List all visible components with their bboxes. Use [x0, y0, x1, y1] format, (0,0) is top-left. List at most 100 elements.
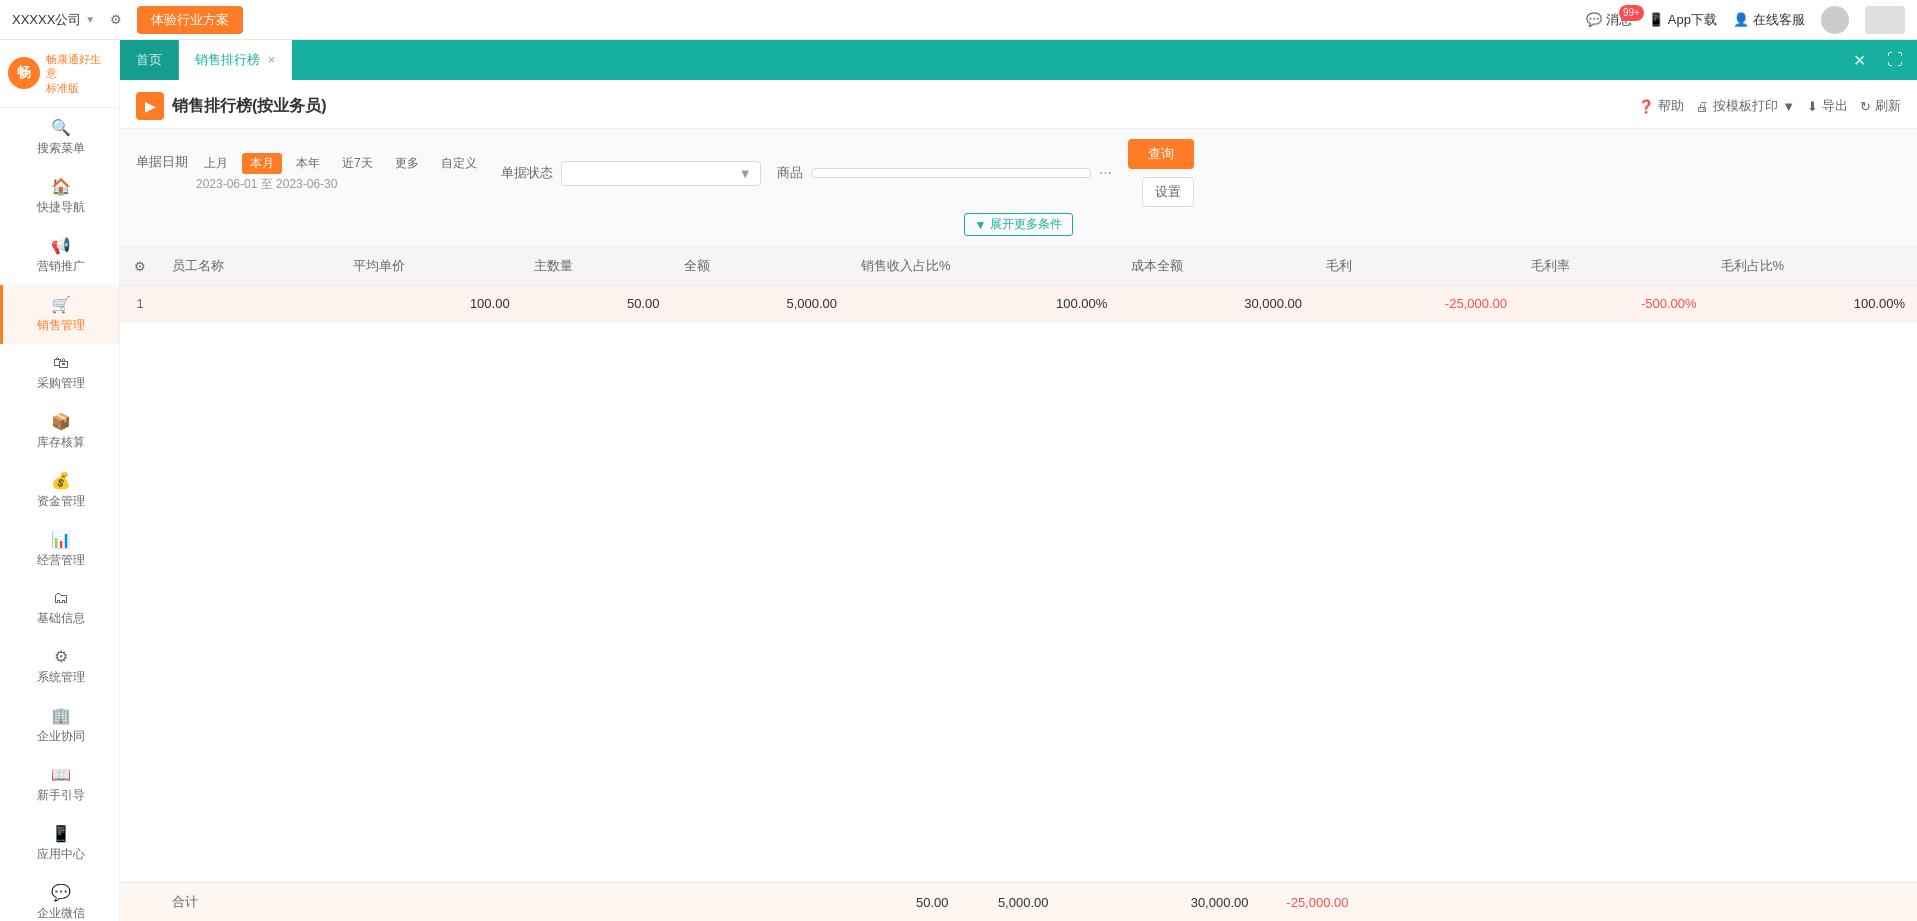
- sidebar: 畅 畅康通好生意 标准版 🔍 搜索菜单 🏠 快捷导航 📢 营销推广 🛒 销售管理…: [0, 40, 120, 921]
- tab-sales-ranking[interactable]: 销售排行榜 ×: [179, 40, 292, 80]
- sidebar-label-search: 搜索菜单: [37, 140, 85, 157]
- sidebar-item-enterprise[interactable]: 🏢 企业协同: [0, 696, 119, 755]
- search-icon: 🔍: [51, 118, 71, 137]
- refresh-label: 刷新: [1875, 97, 1901, 115]
- date-opt-custom[interactable]: 自定义: [433, 153, 485, 174]
- tab-maximize-button[interactable]: ⛶: [1881, 46, 1909, 74]
- content-area: 首页 销售排行榜 × ✕ ⛶ ▶ 销售排行榜(按业务员): [120, 40, 1917, 921]
- app-name: 畅康通好生意: [46, 52, 111, 81]
- top-bar: XXXXX公司 ▼ ⚙ 体验行业方案 💬 消息 99+ 📱 App下载 👤 在线…: [0, 0, 1917, 40]
- sidebar-label-finance: 资金管理: [37, 493, 85, 510]
- tab-close-icon[interactable]: ×: [268, 53, 275, 67]
- service-label: 在线客服: [1753, 11, 1805, 29]
- operations-icon: 📊: [51, 530, 71, 549]
- col-main-qty: 主数量: [522, 247, 672, 286]
- col-gross-pct: 毛利占比%: [1709, 247, 1917, 286]
- user-name-area[interactable]: [1865, 6, 1905, 34]
- company-settings-icon[interactable]: ⚙: [103, 7, 129, 33]
- status-chevron-icon: ▼: [739, 166, 752, 181]
- main-container: 畅 畅康通好生意 标准版 🔍 搜索菜单 🏠 快捷导航 📢 营销推广 🛒 销售管理…: [0, 40, 1917, 921]
- filter-row-main: 单据日期 上月 本月 本年 近7天 更多 自定义 2023-06-01 至 20…: [136, 139, 1901, 207]
- refresh-button[interactable]: ↻ 刷新: [1860, 97, 1901, 115]
- basic-info-icon: 🗂: [53, 589, 69, 607]
- message-button[interactable]: 💬 消息 99+: [1586, 11, 1632, 29]
- tab-minimize-button[interactable]: ✕: [1845, 46, 1873, 74]
- cell-sales-pct: 100.00%: [849, 286, 1119, 322]
- sidebar-item-inventory[interactable]: 📦 库存核算: [0, 402, 119, 461]
- trial-button[interactable]: 体验行业方案: [137, 6, 243, 34]
- footer-main-qty: 50.00: [869, 895, 949, 910]
- col-sales-pct: 销售收入占比%: [849, 247, 1119, 286]
- right-filter-actions: 查询 设置: [1128, 139, 1194, 207]
- sidebar-label-purchase: 采购管理: [37, 375, 85, 392]
- sidebar-item-app-center[interactable]: 📱 应用中心: [0, 814, 119, 873]
- more-filters-dots[interactable]: ···: [1099, 164, 1112, 182]
- top-bar-left: XXXXX公司 ▼ ⚙ 体验行业方案: [12, 6, 1586, 34]
- status-filter-group: 单据状态 ▼: [501, 161, 761, 186]
- app-download-button[interactable]: 📱 App下载: [1648, 11, 1717, 29]
- tab-home-label: 首页: [136, 51, 162, 69]
- sidebar-item-operations[interactable]: 📊 经营管理: [0, 520, 119, 579]
- guide-icon: 📖: [51, 765, 71, 784]
- app-center-icon: 📱: [51, 824, 71, 843]
- company-selector[interactable]: XXXXX公司 ▼: [12, 11, 95, 29]
- sales-icon: 🛒: [51, 295, 71, 314]
- page-content: ▶ 销售排行榜(按业务员) ❓ 帮助 🖨 按模板打印 ▼ ⬇: [120, 80, 1917, 921]
- sidebar-item-sales[interactable]: 🛒 销售管理: [0, 285, 119, 344]
- footer-row: 合计 50.00 5,000.00 30,000.00 -25,000.00: [132, 893, 1905, 911]
- page-header: ▶ 销售排行榜(按业务员) ❓ 帮助 🖨 按模板打印 ▼ ⬇: [120, 80, 1917, 129]
- cell-gross: -25,000.00: [1314, 286, 1519, 322]
- cell-cost-total: 30,000.00: [1119, 286, 1314, 322]
- online-service-button[interactable]: 👤 在线客服: [1733, 11, 1805, 29]
- query-button[interactable]: 查询: [1128, 139, 1194, 169]
- table-row[interactable]: 1 100.00 50.00 5,000.00 100.00% 30,000.0…: [120, 286, 1917, 322]
- sidebar-item-finance[interactable]: 💰 资金管理: [0, 461, 119, 520]
- sidebar-item-wechat[interactable]: 💬 企业微信: [0, 873, 119, 921]
- sidebar-item-marketing[interactable]: 📢 营销推广: [0, 226, 119, 285]
- print-button[interactable]: 🖨 按模板打印 ▼: [1696, 97, 1795, 115]
- export-button[interactable]: ⬇ 导出: [1807, 97, 1848, 115]
- sidebar-item-guide[interactable]: 📖 新手引导: [0, 755, 119, 814]
- date-opt-this-year[interactable]: 本年: [288, 153, 328, 174]
- expand-label: 展开更多条件: [990, 216, 1062, 233]
- back-button[interactable]: ▶: [136, 92, 164, 120]
- sidebar-item-purchase[interactable]: 🛍 采购管理: [0, 344, 119, 402]
- goods-select[interactable]: [811, 168, 1091, 178]
- date-opt-more[interactable]: 更多: [387, 153, 427, 174]
- table-container: ⚙ 员工名称 平均单价 主数量 全额 销售收入占比% 成本全额 毛利 毛利率 毛…: [120, 247, 1917, 882]
- app-download-label: App下载: [1668, 11, 1717, 29]
- footer-gross: -25,000.00: [1249, 895, 1349, 910]
- print-label: 按模板打印: [1713, 97, 1778, 115]
- cell-gross-rate: -500.00%: [1519, 286, 1709, 322]
- sidebar-label-enterprise: 企业协同: [37, 728, 85, 745]
- purchase-icon: 🛍: [53, 354, 69, 372]
- sidebar-label-system: 系统管理: [37, 669, 85, 686]
- chevron-down-icon: ▼: [85, 14, 95, 25]
- tab-home[interactable]: 首页: [120, 40, 179, 80]
- page-header-left: ▶ 销售排行榜(按业务员): [136, 92, 327, 120]
- data-table: ⚙ 员工名称 平均单价 主数量 全额 销售收入占比% 成本全额 毛利 毛利率 毛…: [120, 247, 1917, 322]
- export-icon: ⬇: [1807, 99, 1818, 114]
- finance-icon: 💰: [51, 471, 71, 490]
- sidebar-item-quick-nav[interactable]: 🏠 快捷导航: [0, 167, 119, 226]
- sidebar-label-operations: 经营管理: [37, 552, 85, 569]
- date-opt-7days[interactable]: 近7天: [334, 153, 381, 174]
- sidebar-item-system[interactable]: ⚙ 系统管理: [0, 637, 119, 696]
- company-name: XXXXX公司: [12, 11, 81, 29]
- settings-button[interactable]: 设置: [1142, 177, 1194, 207]
- sidebar-item-search-order[interactable]: 🔍 搜索菜单: [0, 108, 119, 167]
- avatar[interactable]: [1821, 6, 1849, 34]
- status-select[interactable]: ▼: [561, 161, 761, 186]
- date-opt-this-month[interactable]: 本月: [242, 153, 282, 174]
- sidebar-item-basic-info[interactable]: 🗂 基础信息: [0, 579, 119, 637]
- expand-more-button[interactable]: ▼ 展开更多条件: [964, 213, 1074, 236]
- date-opt-last-month[interactable]: 上月: [196, 153, 236, 174]
- col-gross-rate: 毛利率: [1519, 247, 1709, 286]
- footer-cost-total: 30,000.00: [1149, 895, 1249, 910]
- date-options: 上月 本月 本年 近7天 更多 自定义: [196, 153, 485, 174]
- sidebar-label-wechat: 企业微信: [37, 905, 85, 921]
- help-button[interactable]: ❓ 帮助: [1638, 97, 1684, 115]
- col-avg-price: 平均单价: [341, 247, 522, 286]
- footer-label: 合计: [172, 893, 312, 911]
- cell-rank: 1: [120, 286, 160, 322]
